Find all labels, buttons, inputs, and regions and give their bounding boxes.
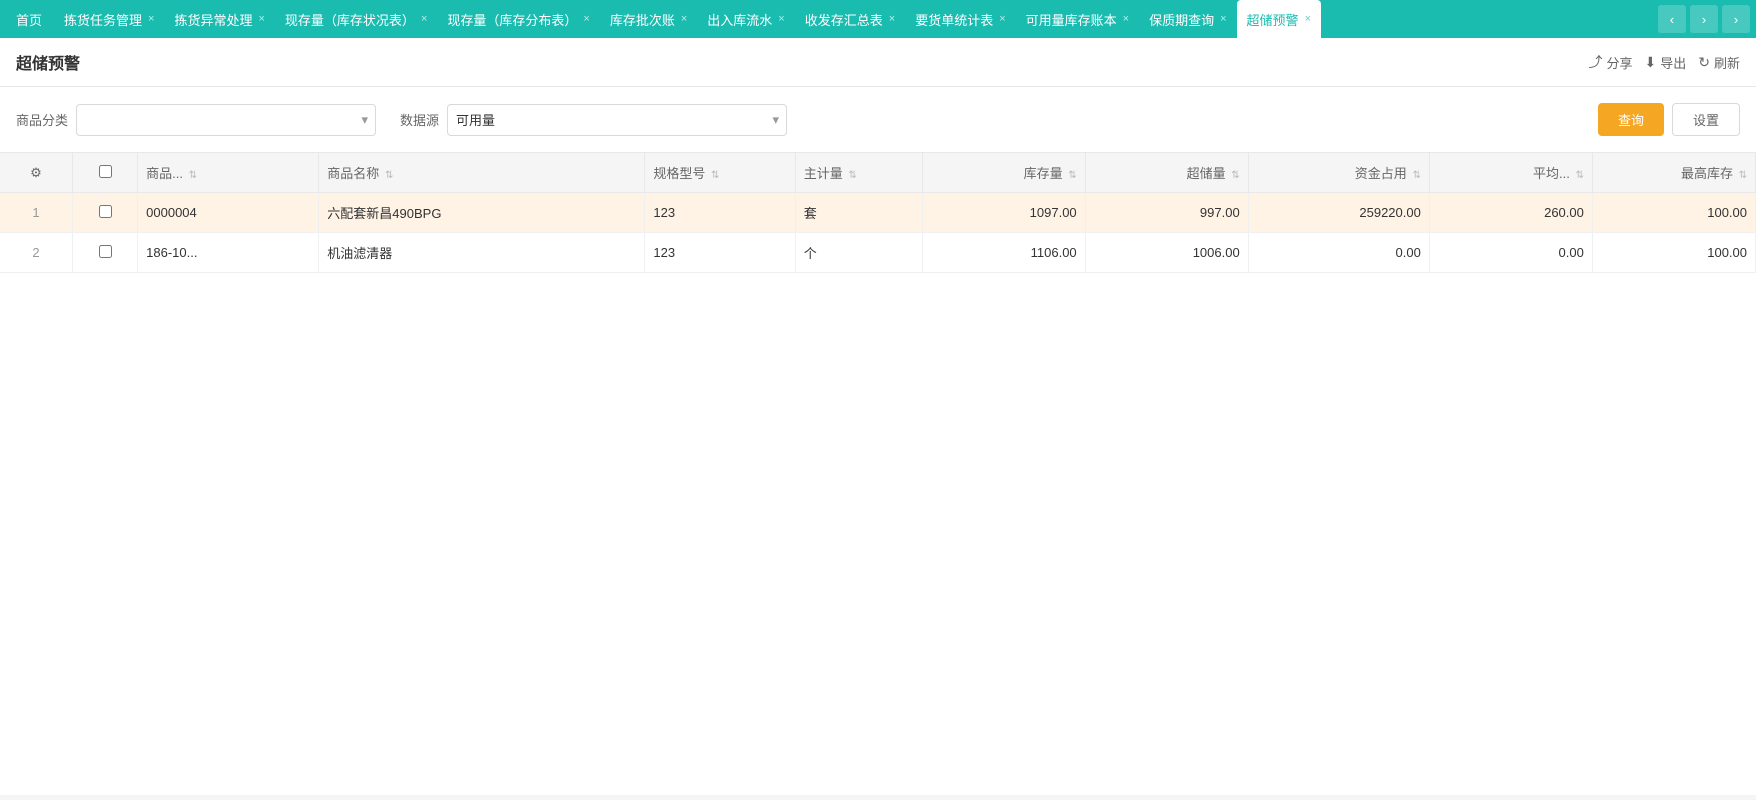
- share-icon: ⤴: [1588, 52, 1602, 72]
- sort-icon-name: ⇅: [385, 170, 393, 181]
- cell-stock: 1106.00: [922, 233, 1085, 273]
- close-icon[interactable]: ×: [583, 13, 589, 25]
- th-name[interactable]: 商品名称 ⇅: [319, 153, 645, 193]
- th-max[interactable]: 最高库存 ⇅: [1592, 153, 1755, 193]
- nav-tab-4[interactable]: 现存量（库存分布表） ×: [437, 0, 599, 38]
- sort-icon-over: ⇅: [1231, 170, 1239, 181]
- header-actions: ⤴ 分享 ⬇ 导出 ↻ 刷新: [1588, 52, 1740, 72]
- datasource-filter-group: 数据源 ▾: [400, 104, 787, 136]
- nav-tab-5[interactable]: 库存批次账 ×: [600, 0, 697, 38]
- nav-tab-10[interactable]: 保质期查询 ×: [1139, 0, 1236, 38]
- table-row: 2 186-10... 机油滤清器 123 个 1106.00 1006.00 …: [0, 233, 1756, 273]
- close-icon[interactable]: ×: [999, 13, 1005, 25]
- cell-name: 六配套新昌490BPG: [319, 193, 645, 233]
- sort-icon-max: ⇅: [1739, 170, 1747, 181]
- sort-icon-capital: ⇅: [1412, 170, 1420, 181]
- setting-button[interactable]: 设置: [1672, 103, 1740, 136]
- category-filter-group: 商品分类 ▾: [16, 104, 376, 136]
- data-table: ⚙ 商品... ⇅ 商品名称 ⇅ 规格型号 ⇅ 主计量: [0, 153, 1756, 273]
- nav-next-button[interactable]: ›: [1690, 5, 1718, 33]
- close-icon[interactable]: ×: [421, 13, 427, 25]
- refresh-icon: ↻: [1698, 54, 1710, 71]
- page-title: 超储预警: [16, 50, 80, 74]
- close-icon[interactable]: ×: [681, 13, 687, 25]
- table-row: 1 0000004 六配套新昌490BPG 123 套 1097.00 997.…: [0, 193, 1756, 233]
- gear-column[interactable]: ⚙: [0, 153, 72, 193]
- close-icon[interactable]: ×: [1305, 13, 1311, 25]
- row-checkbox[interactable]: [99, 205, 112, 218]
- nav-tab-2[interactable]: 拣货异常处理 ×: [164, 0, 274, 38]
- cell-unit: 套: [795, 193, 922, 233]
- close-icon[interactable]: ×: [1220, 13, 1226, 25]
- filter-buttons: 查询 设置: [1598, 103, 1740, 136]
- th-spec[interactable]: 规格型号 ⇅: [645, 153, 795, 193]
- checkbox-column: [72, 153, 137, 193]
- export-button[interactable]: ⬇ 导出: [1645, 53, 1687, 72]
- cell-over: 1006.00: [1085, 233, 1248, 273]
- filter-area: 商品分类 ▾ 数据源 ▾ 查询 设置: [0, 87, 1756, 153]
- nav-more-button[interactable]: ›: [1722, 5, 1750, 33]
- nav-tab-9[interactable]: 可用量库存账本 ×: [1016, 0, 1139, 38]
- page-header: 超储预警 ⤴ 分享 ⬇ 导出 ↻ 刷新: [0, 38, 1756, 87]
- cell-checkbox[interactable]: [72, 193, 137, 233]
- close-icon[interactable]: ×: [1123, 13, 1129, 25]
- refresh-button[interactable]: ↻ 刷新: [1698, 53, 1740, 72]
- cell-over: 997.00: [1085, 193, 1248, 233]
- nav-arrows: ‹ › ›: [1656, 5, 1752, 33]
- th-over[interactable]: 超储量 ⇅: [1085, 153, 1248, 193]
- query-button[interactable]: 查询: [1598, 103, 1664, 136]
- cell-max: 100.00: [1592, 233, 1755, 273]
- th-unit[interactable]: 主计量 ⇅: [795, 153, 922, 193]
- close-icon[interactable]: ×: [778, 13, 784, 25]
- cell-capital: 0.00: [1248, 233, 1429, 273]
- nav-prev-button[interactable]: ‹: [1658, 5, 1686, 33]
- sort-icon-avg: ⇅: [1575, 170, 1583, 181]
- cell-spec: 123: [645, 193, 795, 233]
- sort-icon-stock: ⇅: [1068, 170, 1076, 181]
- cell-avg: 0.00: [1429, 233, 1592, 273]
- cell-checkbox[interactable]: [72, 233, 137, 273]
- datasource-select-wrapper: ▾: [447, 104, 787, 136]
- share-button[interactable]: ⤴ 分享: [1588, 52, 1632, 72]
- cell-code: 186-10...: [138, 233, 319, 273]
- category-select-wrapper: ▾: [76, 104, 376, 136]
- cell-max: 100.00: [1592, 193, 1755, 233]
- nav-tab-3[interactable]: 现存量（库存状况表） ×: [275, 0, 437, 38]
- nav-tab-1[interactable]: 拣货任务管理 ×: [54, 0, 164, 38]
- close-icon[interactable]: ×: [258, 13, 264, 25]
- th-code[interactable]: 商品... ⇅: [138, 153, 319, 193]
- export-icon: ⬇: [1645, 54, 1657, 71]
- nav-tab-7[interactable]: 收发存汇总表 ×: [795, 0, 905, 38]
- cell-stock: 1097.00: [922, 193, 1085, 233]
- sort-icon-spec: ⇅: [711, 170, 719, 181]
- cell-index: 1: [0, 193, 72, 233]
- table-container: ⚙ 商品... ⇅ 商品名称 ⇅ 规格型号 ⇅ 主计量: [0, 153, 1756, 795]
- close-icon[interactable]: ×: [889, 13, 895, 25]
- cell-index: 2: [0, 233, 72, 273]
- cell-name: 机油滤清器: [319, 233, 645, 273]
- th-capital[interactable]: 资金占用 ⇅: [1248, 153, 1429, 193]
- cell-code: 0000004: [138, 193, 319, 233]
- category-select[interactable]: [76, 104, 376, 136]
- nav-home[interactable]: 首页: [4, 10, 54, 29]
- nav-bar: 首页 拣货任务管理 × 拣货异常处理 × 现存量（库存状况表） × 现存量（库存…: [0, 0, 1756, 38]
- row-checkbox[interactable]: [99, 245, 112, 258]
- close-icon[interactable]: ×: [148, 13, 154, 25]
- cell-unit: 个: [795, 233, 922, 273]
- cell-spec: 123: [645, 233, 795, 273]
- select-all-checkbox[interactable]: [99, 165, 112, 178]
- nav-tab-6[interactable]: 出入库流水 ×: [697, 0, 794, 38]
- sort-icon-code: ⇅: [189, 170, 197, 181]
- category-label: 商品分类: [16, 110, 68, 129]
- cell-capital: 259220.00: [1248, 193, 1429, 233]
- cell-avg: 260.00: [1429, 193, 1592, 233]
- sort-icon-unit: ⇅: [848, 170, 856, 181]
- nav-tab-11[interactable]: 超储预警 ×: [1237, 0, 1321, 38]
- th-avg[interactable]: 平均... ⇅: [1429, 153, 1592, 193]
- table-header-row: ⚙ 商品... ⇅ 商品名称 ⇅ 规格型号 ⇅ 主计量: [0, 153, 1756, 193]
- datasource-select[interactable]: [447, 104, 787, 136]
- nav-tab-8[interactable]: 要货单统计表 ×: [905, 0, 1015, 38]
- datasource-label: 数据源: [400, 110, 439, 129]
- th-stock[interactable]: 库存量 ⇅: [922, 153, 1085, 193]
